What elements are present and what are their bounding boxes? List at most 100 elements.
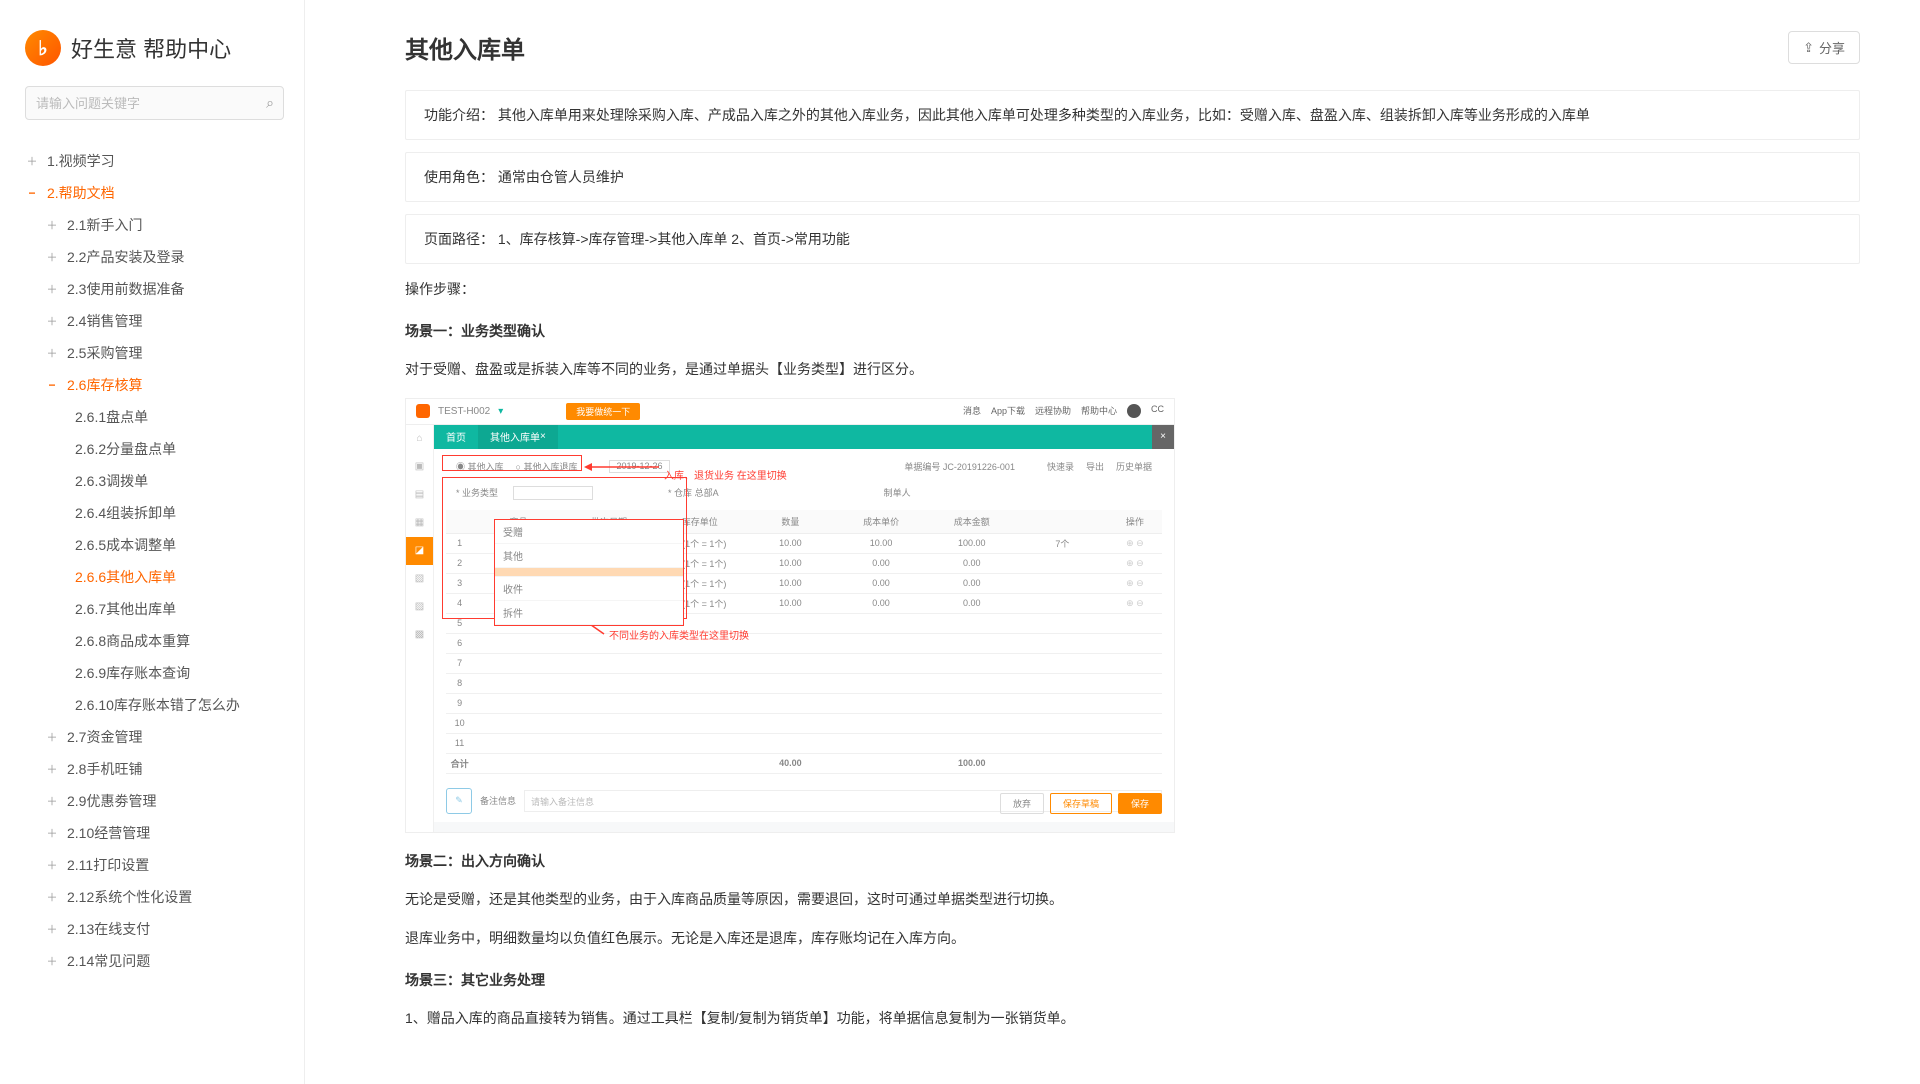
sp-col: 成本金额: [926, 515, 1017, 528]
nav-label: 2.8手机旺铺: [67, 759, 142, 779]
share-label: 分享: [1819, 38, 1845, 57]
search-wrap: ⌕: [25, 86, 284, 120]
sp-top-right: 消息 App下载 远程协助 帮助中心 CC: [963, 404, 1164, 418]
nav-item-2-6-9[interactable]: 2.6.9库存账本查询: [25, 657, 284, 689]
page-head: 其他入库单 ⇪ 分享: [405, 30, 1860, 65]
scene2-body1: 无论是受赠，还是其他类型的业务，由于入库商品质量等原因，需要退回，这时可通过单据…: [405, 886, 1860, 913]
sp-code: TEST-H002: [438, 406, 490, 417]
sp-wh-val: 总部A: [695, 488, 719, 498]
nav-item-2-7[interactable]: 2.7资金管理: [25, 721, 284, 753]
sp-top-button: 我要做统一下: [566, 403, 640, 420]
expand-icon[interactable]: [45, 282, 59, 296]
main-content: 其他入库单 ⇪ 分享 功能介绍： 其他入库单用来处理除采购入库、产成品入库之外的其…: [305, 0, 1920, 1084]
nav-item-2-12[interactable]: 2.12系统个性化设置: [25, 881, 284, 913]
expand-icon[interactable]: [45, 858, 59, 872]
nav-label: 2.12系统个性化设置: [67, 887, 192, 907]
nav-item-2-14[interactable]: 2.14常见问题: [25, 945, 284, 977]
table-row: 8: [446, 674, 1162, 694]
nav-label: 2.6.1盘点单: [75, 407, 148, 427]
sp-rlink3: 历史单据: [1116, 460, 1152, 473]
nav-item-2-6-1[interactable]: 2.6.1盘点单: [25, 401, 284, 433]
nav-label: 2.6.5成本调整单: [75, 535, 176, 555]
sp-annotation-text: 不同业务的入库类型在这里切换: [609, 627, 749, 642]
brand: ♭ 好生意 帮助中心: [25, 30, 284, 66]
nav-label: 2.6.3调拨单: [75, 471, 148, 491]
expand-icon[interactable]: [45, 314, 59, 328]
nav-item-2-6-8[interactable]: 2.6.8商品成本重算: [25, 625, 284, 657]
sp-sum-amt: 100.00: [926, 758, 1017, 768]
expand-icon[interactable]: [45, 954, 59, 968]
nav-item-2-13[interactable]: 2.13在线支付: [25, 913, 284, 945]
sp-app: App下载: [991, 404, 1025, 418]
sp-rlink1: 快速录: [1047, 460, 1074, 473]
nav-label: 2.2产品安装及登录: [67, 247, 184, 267]
sp-side-icon-active: ◪: [406, 537, 433, 565]
scene2-body2: 退库业务中，明细数量均以负值红色展示。无论是入库还是退库，库存账均记在入库方向。: [405, 925, 1860, 952]
nav-item-2-1[interactable]: 2.1新手入门: [25, 209, 284, 241]
sp-tab-active: 其他入库单 ×: [478, 425, 558, 449]
sp-remark-label: 备注信息: [480, 794, 516, 807]
nav-item-2-6-5[interactable]: 2.6.5成本调整单: [25, 529, 284, 561]
sp-side-icon: ▦: [406, 509, 433, 537]
nav-item-2-8[interactable]: 2.8手机旺铺: [25, 753, 284, 785]
nav-item-video[interactable]: 1.视频学习: [25, 145, 284, 177]
nav-item-2-6-7[interactable]: 2.6.7其他出库单: [25, 593, 284, 625]
share-button[interactable]: ⇪ 分享: [1788, 31, 1860, 64]
sp-logo-icon: [416, 404, 430, 418]
expand-icon[interactable]: [45, 218, 59, 232]
nav-label: 2.6.10库存账本错了怎么办: [75, 695, 240, 715]
table-sum-row: 合计 40.00 100.00: [446, 754, 1162, 774]
sp-remark-icon: ✎: [446, 788, 472, 814]
nav-item-2-6-2[interactable]: 2.6.2分量盘点单: [25, 433, 284, 465]
nav-label: 2.14常见问题: [67, 951, 150, 971]
nav-item-2-4[interactable]: 2.4销售管理: [25, 305, 284, 337]
nav-item-2-5[interactable]: 2.5采购管理: [25, 337, 284, 369]
scene1-body: 对于受赠、盘盈或是拆装入库等不同的业务，是通过单据头【业务类型】进行区分。: [405, 356, 1860, 383]
nav-item-2-6-6[interactable]: 2.6.6其他入库单: [25, 561, 284, 593]
nav-item-2-11[interactable]: 2.11打印设置: [25, 849, 284, 881]
nav-item-2-10[interactable]: 2.10经营管理: [25, 817, 284, 849]
sp-side-icon: ▤: [406, 481, 433, 509]
collapse-icon[interactable]: [45, 378, 59, 392]
role-text: 通常由仓管人员维护: [498, 169, 624, 185]
nav-item-2-6-10[interactable]: 2.6.10库存账本错了怎么办: [25, 689, 284, 721]
nav-label: 2.11打印设置: [67, 855, 149, 875]
scene3-body: 1、赠品入库的商品直接转为销售。通过工具栏【复制/复制为销货单】功能，将单据信息…: [405, 1005, 1860, 1032]
expand-icon[interactable]: [45, 250, 59, 264]
table-row: 10: [446, 714, 1162, 734]
nav-item-2-6[interactable]: 2.6库存核算: [25, 369, 284, 401]
scene1-title: 场景一：业务类型确认: [405, 318, 1860, 345]
path-label: 页面路径：: [424, 231, 494, 247]
search-input[interactable]: [25, 86, 284, 120]
expand-icon[interactable]: [25, 154, 39, 168]
sp-side-icon: ⌂: [406, 425, 433, 453]
share-icon: ⇪: [1803, 40, 1814, 56]
page-title: 其他入库单: [405, 30, 525, 65]
expand-icon[interactable]: [45, 826, 59, 840]
expand-icon[interactable]: [45, 890, 59, 904]
expand-icon[interactable]: [45, 730, 59, 744]
sp-col: 操作: [1108, 515, 1162, 528]
nav-item-2-2[interactable]: 2.2产品安装及登录: [25, 241, 284, 273]
intro-box: 功能介绍： 其他入库单用来处理除采购入库、产成品入库之外的其他入库业务，因此其他…: [405, 90, 1860, 140]
nav-item-2-3[interactable]: 2.3使用前数据准备: [25, 273, 284, 305]
sp-docno-label: 单据编号: [904, 462, 940, 472]
expand-icon[interactable]: [45, 762, 59, 776]
search-icon[interactable]: ⌕: [266, 95, 274, 112]
nav-item-docs[interactable]: 2.帮助文档: [25, 177, 284, 209]
nav-tree: 1.视频学习 2.帮助文档 2.1新手入门 2.2产品安装及登录 2.3使用前数…: [25, 145, 284, 977]
brand-logo-icon: ♭: [25, 30, 61, 66]
expand-icon[interactable]: [45, 922, 59, 936]
collapse-icon[interactable]: [25, 186, 39, 200]
expand-icon[interactable]: [45, 794, 59, 808]
expand-icon[interactable]: [45, 346, 59, 360]
nav-label: 2.6.2分量盘点单: [75, 439, 176, 459]
nav-item-2-9[interactable]: 2.9优惠劵管理: [25, 785, 284, 817]
nav-label: 2.4销售管理: [67, 311, 142, 331]
sp-arrow-icon: [584, 459, 664, 474]
nav-label: 1.视频学习: [47, 151, 115, 171]
path-text: 1、库存核算->库存管理->其他入库单 2、首页->常用功能: [498, 231, 850, 247]
sp-btn-draft: 保存草稿: [1050, 793, 1112, 814]
nav-item-2-6-4[interactable]: 2.6.4组装拆卸单: [25, 497, 284, 529]
nav-item-2-6-3[interactable]: 2.6.3调拨单: [25, 465, 284, 497]
